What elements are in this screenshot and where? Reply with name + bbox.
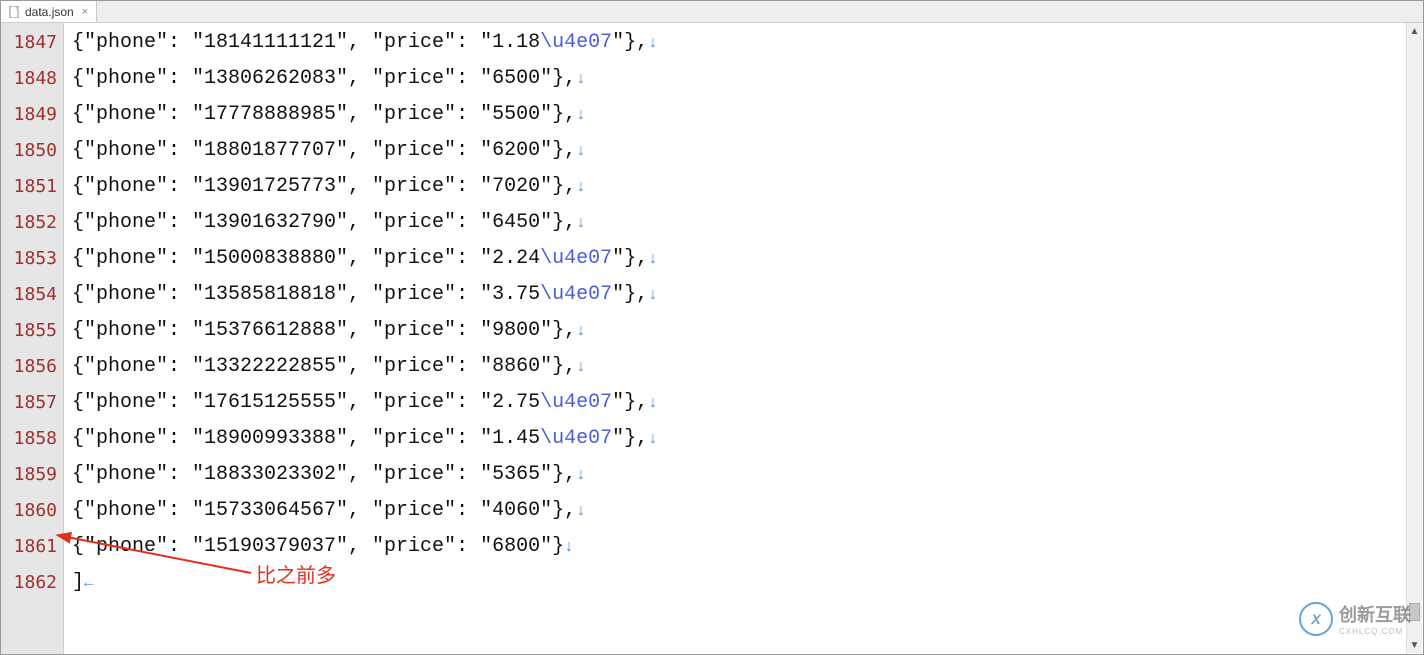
line-number: 1849 [1,97,63,133]
line-number: 1847 [1,25,63,61]
code-line[interactable]: {"phone": "18141111121", "price": "1.18\… [72,25,1423,61]
code-line[interactable]: {"phone": "13322222855", "price": "8860"… [72,349,1423,385]
vertical-scrollbar[interactable]: ▲ ▼ [1406,23,1422,653]
file-icon [9,6,21,18]
close-icon[interactable]: × [82,6,88,18]
watermark: X 创新互联 CXHLCQ.COM [1299,601,1411,636]
line-number: 1858 [1,421,63,457]
line-number: 1860 [1,493,63,529]
code-line[interactable]: {"phone": "18801877707", "price": "6200"… [72,133,1423,169]
code-line[interactable]: {"phone": "13901632790", "price": "6450"… [72,205,1423,241]
code-line[interactable]: {"phone": "18833023302", "price": "5365"… [72,457,1423,493]
line-number: 1857 [1,385,63,421]
editor-window: data.json × 1847184818491850185118521853… [0,0,1424,655]
tab-data-json[interactable]: data.json × [1,1,97,22]
code-area[interactable]: {"phone": "18141111121", "price": "1.18\… [64,23,1423,654]
tab-label: data.json [25,5,74,19]
code-line[interactable]: {"phone": "15000838880", "price": "2.24\… [72,241,1423,277]
line-number: 1861 [1,529,63,565]
code-line[interactable]: {"phone": "15733064567", "price": "4060"… [72,493,1423,529]
line-number: 1848 [1,61,63,97]
tab-bar: data.json × [1,1,1423,23]
editor-body: 1847184818491850185118521853185418551856… [1,23,1423,654]
line-number: 1855 [1,313,63,349]
code-line[interactable]: {"phone": "13585818818", "price": "3.75\… [72,277,1423,313]
code-line[interactable]: {"phone": "13901725773", "price": "7020"… [72,169,1423,205]
line-number: 1862 [1,565,63,601]
line-number: 1854 [1,277,63,313]
code-line[interactable]: {"phone": "15190379037", "price": "6800"… [72,529,1423,565]
scroll-up-icon[interactable]: ▲ [1407,23,1422,39]
watermark-text: 创新互联 [1339,605,1411,625]
code-line[interactable]: {"phone": "17615125555", "price": "2.75\… [72,385,1423,421]
line-number: 1851 [1,169,63,205]
code-line[interactable]: {"phone": "13806262083", "price": "6500"… [72,61,1423,97]
line-number: 1856 [1,349,63,385]
code-line[interactable]: {"phone": "18900993388", "price": "1.45\… [72,421,1423,457]
line-number: 1850 [1,133,63,169]
code-line[interactable]: {"phone": "17778888985", "price": "5500"… [72,97,1423,133]
line-number-gutter: 1847184818491850185118521853185418551856… [1,23,64,654]
code-line[interactable]: ]← [72,565,1423,601]
code-line[interactable]: {"phone": "15376612888", "price": "9800"… [72,313,1423,349]
line-number: 1859 [1,457,63,493]
watermark-logo-icon: X [1299,602,1333,636]
scroll-down-icon[interactable]: ▼ [1407,637,1422,653]
line-number: 1853 [1,241,63,277]
watermark-subtext: CXHLCQ.COM [1339,627,1411,636]
line-number: 1852 [1,205,63,241]
